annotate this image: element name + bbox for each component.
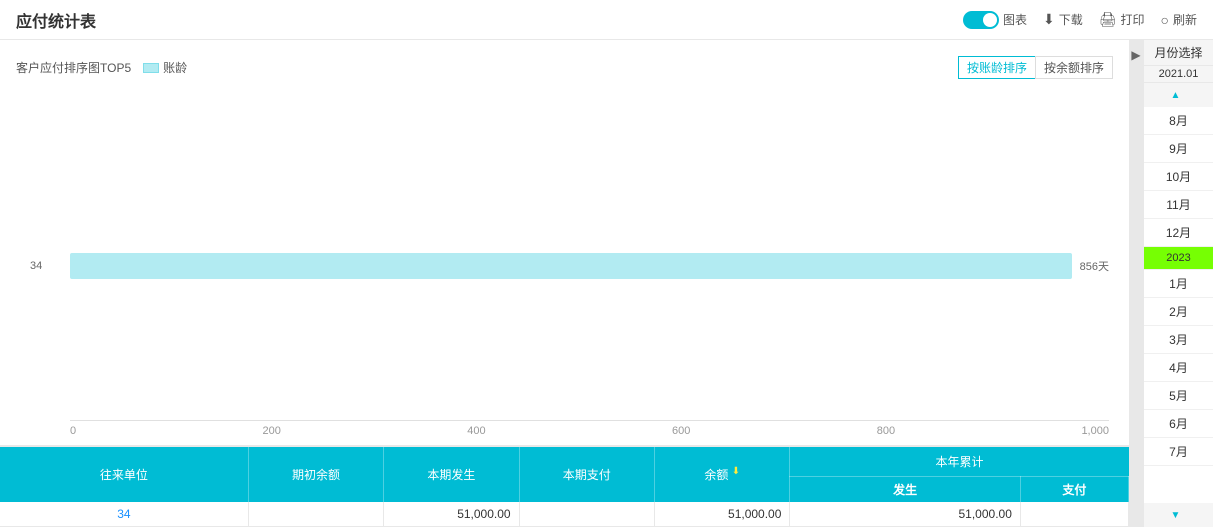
sort-buttons: 按账龄排序 按余额排序 <box>958 56 1113 79</box>
month-item-3[interactable]: 3月 <box>1144 326 1213 354</box>
chevron-down-icon <box>1171 507 1187 523</box>
sort-by-aging-button[interactable]: 按账龄排序 <box>958 56 1035 79</box>
chart-legend-label: 客户应付排序图TOP5 <box>16 59 131 76</box>
month-item-5[interactable]: 5月 <box>1144 382 1213 410</box>
chart-toggle-switch[interactable] <box>963 11 999 29</box>
right-panel: ▶ 月份选择 2021.01 8月 9月 10月 11月 12月 2023 <box>1129 40 1213 527</box>
download-label: 下载 <box>1059 11 1083 28</box>
table-cell-unit: 34 <box>0 502 248 527</box>
chevron-up-icon <box>1171 87 1187 103</box>
x-axis-line <box>70 420 1109 421</box>
table-header-unit: 往来单位 <box>0 447 248 502</box>
download-button[interactable]: ⬇ 下载 <box>1043 11 1083 28</box>
month-item-1[interactable]: 1月 <box>1144 270 1213 298</box>
x-axis-label-3: 600 <box>672 425 690 437</box>
month-item-6[interactable]: 6月 <box>1144 410 1213 438</box>
chart-toggle-item[interactable]: 图表 <box>963 11 1027 29</box>
sidebar-nav-up[interactable] <box>1144 83 1213 107</box>
bar-chart-area: 34 856天 0 200 400 600 800 1,000 <box>0 87 1129 445</box>
x-axis-label-0: 0 <box>70 425 76 437</box>
month-item-9[interactable]: 9月 <box>1144 135 1213 163</box>
x-axis: 0 200 400 600 800 1,000 <box>70 425 1109 437</box>
table-header-ytd-pay: 支付 <box>1020 477 1128 503</box>
month-item-7[interactable]: 7月 <box>1144 438 1213 466</box>
download-icon: ⬇ <box>1043 11 1055 28</box>
sort-by-balance-button[interactable]: 按余额排序 <box>1035 56 1113 79</box>
month-sidebar: 月份选择 2021.01 8月 9月 10月 11月 12月 2023 1月 2… <box>1143 40 1213 527</box>
refresh-icon: ○ <box>1161 12 1169 28</box>
x-axis-label-2: 400 <box>467 425 485 437</box>
legend-aging-label: 账龄 <box>163 59 187 76</box>
bar-end-label: 856天 <box>1080 258 1109 274</box>
print-label: 打印 <box>1121 11 1145 28</box>
data-table: 往来单位 期初余额 本期发生 本期支付 余额 ⬇ 本年累计 发生 <box>0 447 1129 527</box>
data-table-section: 往来单位 期初余额 本期发生 本期支付 余额 ⬇ 本年累计 发生 <box>0 445 1129 527</box>
bar-row-label: 34 <box>30 260 42 272</box>
x-axis-label-4: 800 <box>877 425 895 437</box>
table-row: 34 51,000.00 51,000.00 51,000.00 <box>0 502 1129 527</box>
x-axis-label-5: 1,000 <box>1081 425 1109 437</box>
header-actions: 图表 ⬇ 下载 🖨 打印 ○ 刷新 <box>963 11 1197 29</box>
balance-icon: ⬇ <box>732 466 740 477</box>
collapse-arrow-icon: ▶ <box>1131 48 1140 62</box>
table-header-ytd-occ: 发生 <box>790 477 1020 503</box>
unit-link[interactable]: 34 <box>117 507 130 521</box>
month-item-4[interactable]: 4月 <box>1144 354 1213 382</box>
table-header-opening: 期初余额 <box>248 447 383 502</box>
month-item-2[interactable]: 2月 <box>1144 298 1213 326</box>
print-icon: 🖨 <box>1099 11 1117 28</box>
month-item-12[interactable]: 12月 <box>1144 219 1213 247</box>
table-cell-current-occ: 51,000.00 <box>384 502 519 527</box>
month-item-10[interactable]: 10月 <box>1144 163 1213 191</box>
sidebar-current-date: 2021.01 <box>1144 66 1213 83</box>
table-header-current-pay: 本期支付 <box>519 447 654 502</box>
x-axis-label-1: 200 <box>263 425 281 437</box>
table-cell-opening <box>248 502 383 527</box>
month-item-8[interactable]: 8月 <box>1144 107 1213 135</box>
bar-fill <box>70 253 1072 279</box>
chart-toggle-label: 图表 <box>1003 11 1027 28</box>
print-button[interactable]: 🖨 打印 <box>1099 11 1145 28</box>
table-cell-ytd-pay <box>1020 502 1128 527</box>
table-cell-ytd-occ: 51,000.00 <box>790 502 1020 527</box>
table-cell-current-pay <box>519 502 654 527</box>
bar-row: 34 856天 <box>70 253 1109 279</box>
legend-color-box <box>143 63 159 73</box>
sidebar-nav-down[interactable] <box>1144 503 1213 527</box>
page-title: 应付统计表 <box>16 8 96 32</box>
month-list: 8月 9月 10月 11月 12月 2023 1月 2月 3月 4月 5月 6月… <box>1144 107 1213 503</box>
month-item-2023[interactable]: 2023 <box>1144 247 1213 270</box>
chart-legend: 客户应付排序图TOP5 账龄 按账龄排序 按余额排序 <box>0 48 1129 87</box>
legend-item-aging: 账龄 <box>143 59 187 76</box>
table-header-balance: 余额 ⬇ <box>655 447 790 502</box>
sidebar-collapse-handle[interactable]: ▶ <box>1129 40 1143 527</box>
table-header-ytd-group: 本年累计 <box>790 447 1129 477</box>
table-header-current-occ: 本期发生 <box>384 447 519 502</box>
table-cell-balance: 51,000.00 <box>655 502 790 527</box>
refresh-label: 刷新 <box>1173 11 1197 28</box>
sidebar-header-label: 月份选择 <box>1144 40 1213 66</box>
refresh-button[interactable]: ○ 刷新 <box>1161 11 1197 28</box>
month-item-11[interactable]: 11月 <box>1144 191 1213 219</box>
